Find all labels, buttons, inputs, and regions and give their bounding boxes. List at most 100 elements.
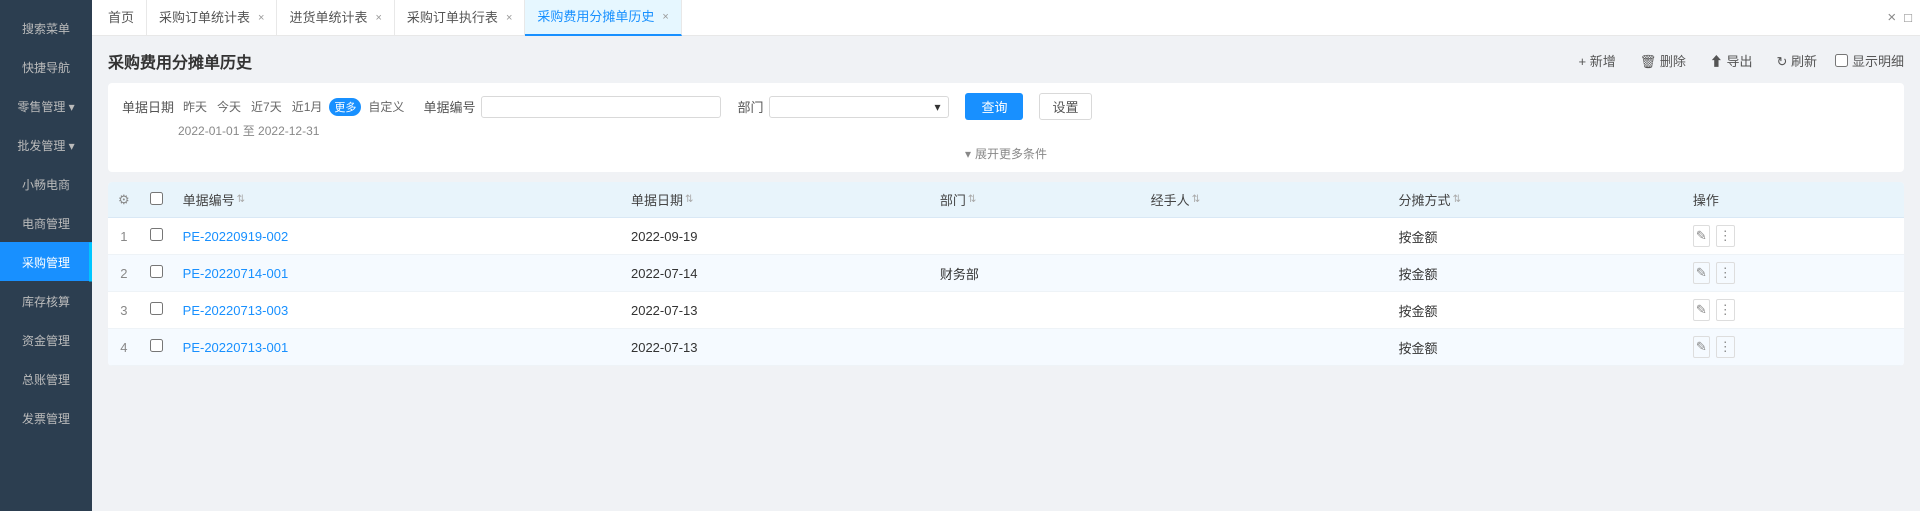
op-edit-icon[interactable]: ✎ (1693, 336, 1710, 358)
dept-select[interactable]: ▾ (769, 96, 949, 118)
show-columns-input[interactable] (1835, 54, 1848, 67)
col-split-method[interactable]: 分摊方式 ⇅ (1389, 182, 1683, 218)
col-checkbox[interactable] (140, 182, 173, 218)
row-num: 2 (108, 255, 140, 292)
row-split-method: 按金额 (1389, 255, 1683, 292)
tab-home[interactable]: 首页 (100, 0, 147, 36)
tab-purchase-exec[interactable]: 采购订单执行表 × (395, 0, 525, 36)
settings-gear-icon[interactable]: ⚙ (118, 192, 130, 207)
sidebar-item-finance[interactable]: 资金管理 (0, 320, 92, 359)
export-button[interactable]: ⬆ 导出 (1704, 48, 1759, 73)
shortcut-yesterday[interactable]: 昨天 (180, 97, 210, 116)
col-dept-sort[interactable]: 部门 ⇅ (940, 190, 976, 209)
row-doc-no: PE-20220919-002 (173, 218, 621, 255)
doc-no-link[interactable]: PE-20220919-002 (183, 229, 289, 244)
tab-purchase-exec-close[interactable]: × (506, 0, 512, 36)
col-settings[interactable]: ⚙ (108, 182, 140, 218)
shortcut-1month[interactable]: 近1月 (289, 97, 326, 116)
search-button[interactable]: 查询 (965, 93, 1023, 120)
page-title: 采购费用分摊单历史 (108, 49, 252, 73)
delete-button[interactable]: 🗑 删除 (1634, 48, 1692, 73)
op-edit-icon[interactable]: ✎ (1693, 262, 1710, 284)
col-handler[interactable]: 经手人 ⇅ (1141, 182, 1389, 218)
col-doc-no-label: 单据编号 (183, 190, 235, 209)
select-all-checkbox[interactable] (150, 192, 163, 205)
row-checkbox[interactable] (150, 228, 163, 241)
tabs-bar: 首页 采购订单统计表 × 进货单统计表 × 采购订单执行表 × 采购费用分摊单历… (92, 0, 1920, 36)
shortcut-more[interactable]: 更多 (329, 98, 361, 116)
sidebar-item-wholesale[interactable]: 批发管理 ▾ (0, 125, 92, 164)
window-maximize-icon[interactable]: □ (1904, 10, 1912, 25)
sidebar-item-inventory-label: 库存核算 (4, 293, 88, 310)
sidebar-item-inventory[interactable]: 库存核算 (0, 281, 92, 320)
tab-purchase-cost-history-close[interactable]: × (662, 0, 668, 35)
col-date-label: 单据日期 (631, 190, 683, 209)
filter-doc-no-input[interactable] (481, 96, 721, 118)
sidebar-item-finance-label: 资金管理 (4, 332, 88, 349)
tab-inbound-stats[interactable]: 进货单统计表 × (277, 0, 394, 36)
op-more-icon[interactable]: ⋮ (1716, 299, 1735, 321)
sidebar-item-quicknav[interactable]: 快捷导航 (0, 47, 92, 86)
doc-no-link[interactable]: PE-20220714-001 (183, 266, 289, 281)
tab-inbound-stats-close[interactable]: × (375, 0, 381, 36)
col-handler-sort[interactable]: 经手人 ⇅ (1151, 190, 1200, 209)
row-checkbox[interactable] (150, 339, 163, 352)
row-checkbox-cell[interactable] (140, 329, 173, 366)
expand-label: 展开更多条件 (975, 145, 1047, 162)
col-split-method-sort[interactable]: 分摊方式 ⇅ (1399, 190, 1461, 209)
sidebar-item-ecommerce-small[interactable]: 小畅电商 (0, 164, 92, 203)
tab-purchase-order-stats-label: 采购订单统计表 (159, 0, 250, 36)
page-header: 采购费用分摊单历史 + 新增 🗑 删除 ⬆ 导出 ↻ 刷新 显示明细 (108, 48, 1904, 73)
tab-purchase-order-stats[interactable]: 采购订单统计表 × (147, 0, 277, 36)
filter-setting-button[interactable]: 设置 (1039, 93, 1091, 120)
op-edit-icon[interactable]: ✎ (1693, 225, 1710, 247)
op-edit-icon[interactable]: ✎ (1693, 299, 1710, 321)
row-doc-no: PE-20220713-003 (173, 292, 621, 329)
sidebar-item-invoice[interactable]: 发票管理 (0, 398, 92, 437)
col-doc-no-sort[interactable]: 单据编号 ⇅ (183, 190, 245, 209)
row-date: 2022-07-14 (621, 255, 930, 292)
row-checkbox[interactable] (150, 302, 163, 315)
row-checkbox-cell[interactable] (140, 218, 173, 255)
sidebar-item-search[interactable]: 搜索菜单 (0, 8, 92, 47)
filter-dept: 部门 ▾ (737, 96, 949, 118)
sidebar-item-ledger[interactable]: 总账管理 (0, 359, 92, 398)
col-handler-sort-icon: ⇅ (1192, 194, 1200, 205)
sidebar-item-ecommerce[interactable]: 电商管理 (0, 203, 92, 242)
sidebar-item-invoice-label: 发票管理 (4, 410, 88, 427)
col-split-method-label: 分摊方式 (1399, 190, 1451, 209)
sidebar-item-purchase[interactable]: 采购管理 (0, 242, 92, 281)
window-close-icon[interactable]: × (1887, 9, 1896, 26)
col-date-sort[interactable]: 单据日期 ⇅ (631, 190, 693, 209)
refresh-button[interactable]: ↻ 刷新 (1770, 48, 1823, 73)
tab-purchase-cost-history[interactable]: 采购费用分摊单历史 × (525, 0, 681, 36)
col-date[interactable]: 单据日期 ⇅ (621, 182, 930, 218)
filter-setting-item: 设置 (1039, 93, 1091, 120)
doc-no-link[interactable]: PE-20220713-001 (183, 340, 289, 355)
col-doc-no[interactable]: 单据编号 ⇅ (173, 182, 621, 218)
show-columns-checkbox[interactable]: 显示明细 (1835, 51, 1904, 70)
col-dept[interactable]: 部门 ⇅ (930, 182, 1141, 218)
op-more-icon[interactable]: ⋮ (1716, 262, 1735, 284)
doc-no-link[interactable]: PE-20220713-003 (183, 303, 289, 318)
filter-dept-label: 部门 (737, 97, 763, 116)
row-dept (930, 218, 1141, 255)
expand-more-btn[interactable]: ▾ 展开更多条件 (122, 145, 1890, 162)
row-handler (1141, 292, 1389, 329)
row-checkbox-cell[interactable] (140, 292, 173, 329)
row-checkbox-cell[interactable] (140, 255, 173, 292)
row-split-method: 按金额 (1389, 218, 1683, 255)
sidebar-item-retail[interactable]: 零售管理 ▾ (0, 86, 92, 125)
add-button[interactable]: + 新增 (1573, 48, 1622, 73)
tab-purchase-order-stats-close[interactable]: × (258, 0, 264, 36)
col-date-sort-icon: ⇅ (685, 194, 693, 205)
main-content: 首页 采购订单统计表 × 进货单统计表 × 采购订单执行表 × 采购费用分摊单历… (92, 0, 1920, 511)
shortcut-today[interactable]: 今天 (214, 97, 244, 116)
shortcut-7days[interactable]: 近7天 (248, 97, 285, 116)
row-date: 2022-07-13 (621, 329, 930, 366)
shortcut-custom[interactable]: 自定义 (365, 97, 407, 116)
op-icons: ✎ ⋮ (1693, 262, 1894, 284)
op-more-icon[interactable]: ⋮ (1716, 225, 1735, 247)
op-more-icon[interactable]: ⋮ (1716, 336, 1735, 358)
row-checkbox[interactable] (150, 265, 163, 278)
